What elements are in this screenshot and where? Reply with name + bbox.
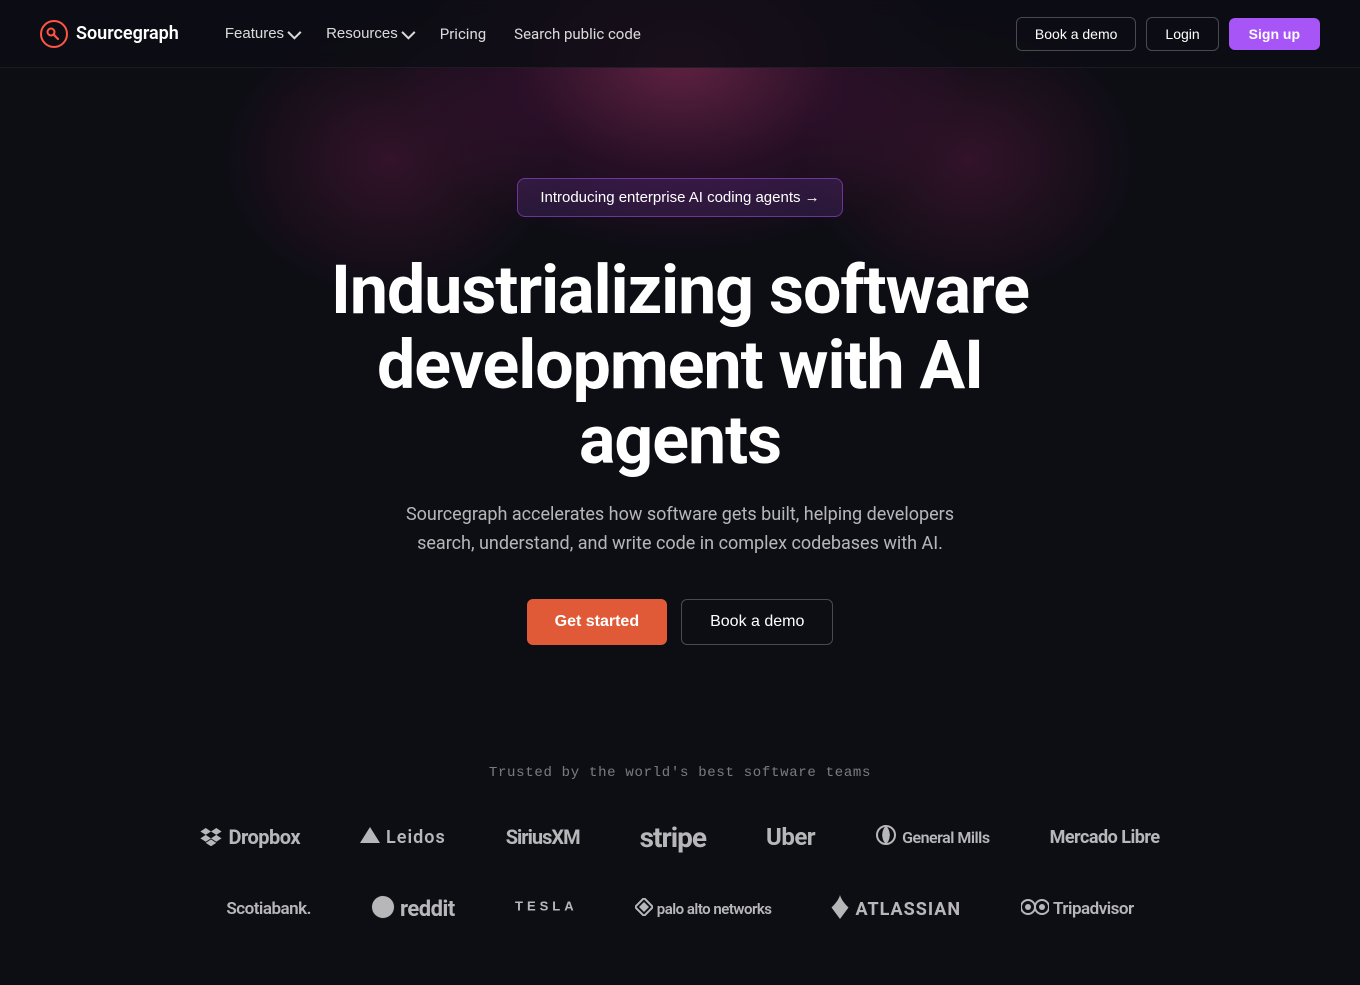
paloalto-icon	[635, 898, 653, 920]
nav-links: Features Resources Pricing Search public…	[215, 19, 651, 49]
logos-section: Trusted by the world's best software tea…	[0, 725, 1360, 985]
get-started-button[interactable]: Get started	[527, 599, 667, 645]
logo-leidos: Leidos	[360, 827, 446, 848]
nav-resources[interactable]: Resources	[316, 19, 422, 48]
reddit-icon	[371, 895, 395, 924]
logo-generalmills: General Mills	[875, 824, 989, 850]
logo-stripe: stripe	[640, 821, 706, 854]
nav-login-button[interactable]: Login	[1146, 17, 1218, 51]
logo-tripadvisor: Tripadvisor	[1021, 898, 1134, 921]
logos-row-2: Scotiabank. reddit TESLA	[80, 894, 1280, 925]
logo-dropbox: Dropbox	[200, 825, 300, 849]
logo-tesla: TESLA	[515, 894, 575, 925]
logo-reddit: reddit	[371, 895, 455, 924]
logo-uber: Uber	[766, 823, 815, 851]
generalmills-icon	[875, 824, 897, 850]
logo-text: Sourcegraph	[76, 23, 179, 44]
logo-mercadolibre: Mercado Libre	[1050, 827, 1160, 848]
dropbox-icon	[200, 828, 222, 846]
logo[interactable]: Sourcegraph	[40, 20, 179, 48]
chevron-down-icon	[401, 25, 415, 39]
chevron-down-icon	[287, 25, 301, 39]
logos-row-1: Dropbox Leidos SiriusXM stripe	[80, 821, 1280, 854]
logos-tagline: Trusted by the world's best software tea…	[489, 765, 871, 781]
nav-pricing[interactable]: Pricing	[430, 19, 496, 49]
navigation: Sourcegraph Features Resources Pricing S…	[0, 0, 1360, 68]
hero-section: Introducing enterprise AI coding agents …	[0, 0, 1360, 985]
nav-signup-button[interactable]: Sign up	[1229, 18, 1320, 50]
tripadvisor-icon	[1021, 898, 1049, 921]
hero-content: Introducing enterprise AI coding agents …	[280, 68, 1080, 725]
nav-right: Book a demo Login Sign up	[1016, 17, 1320, 51]
nav-search-public-code[interactable]: Search public code	[504, 19, 651, 49]
hero-cta-buttons: Get started Book a demo	[527, 599, 834, 645]
logo-siriusxm: SiriusXM	[506, 825, 580, 849]
nav-book-demo-button[interactable]: Book a demo	[1016, 17, 1137, 51]
hero-subtitle: Sourcegraph accelerates how software get…	[380, 501, 980, 559]
logo-atlassian: ATLASSIAN	[831, 895, 961, 924]
announcement-pill[interactable]: Introducing enterprise AI coding agents …	[517, 178, 842, 217]
leidos-icon	[360, 827, 380, 847]
announcement-text: Introducing enterprise AI coding agents …	[540, 189, 819, 206]
svg-text:TESLA: TESLA	[515, 898, 575, 913]
atlassian-icon	[831, 895, 849, 924]
logo-scotiabank: Scotiabank.	[226, 899, 311, 919]
nav-features[interactable]: Features	[215, 19, 308, 48]
logo-paloalto: palo alto networks	[635, 898, 772, 920]
sourcegraph-logo-icon	[40, 20, 68, 48]
nav-left: Sourcegraph Features Resources Pricing S…	[40, 19, 651, 49]
hero-title: Industrializing software development wit…	[280, 253, 1080, 477]
hero-book-demo-button[interactable]: Book a demo	[681, 599, 833, 645]
